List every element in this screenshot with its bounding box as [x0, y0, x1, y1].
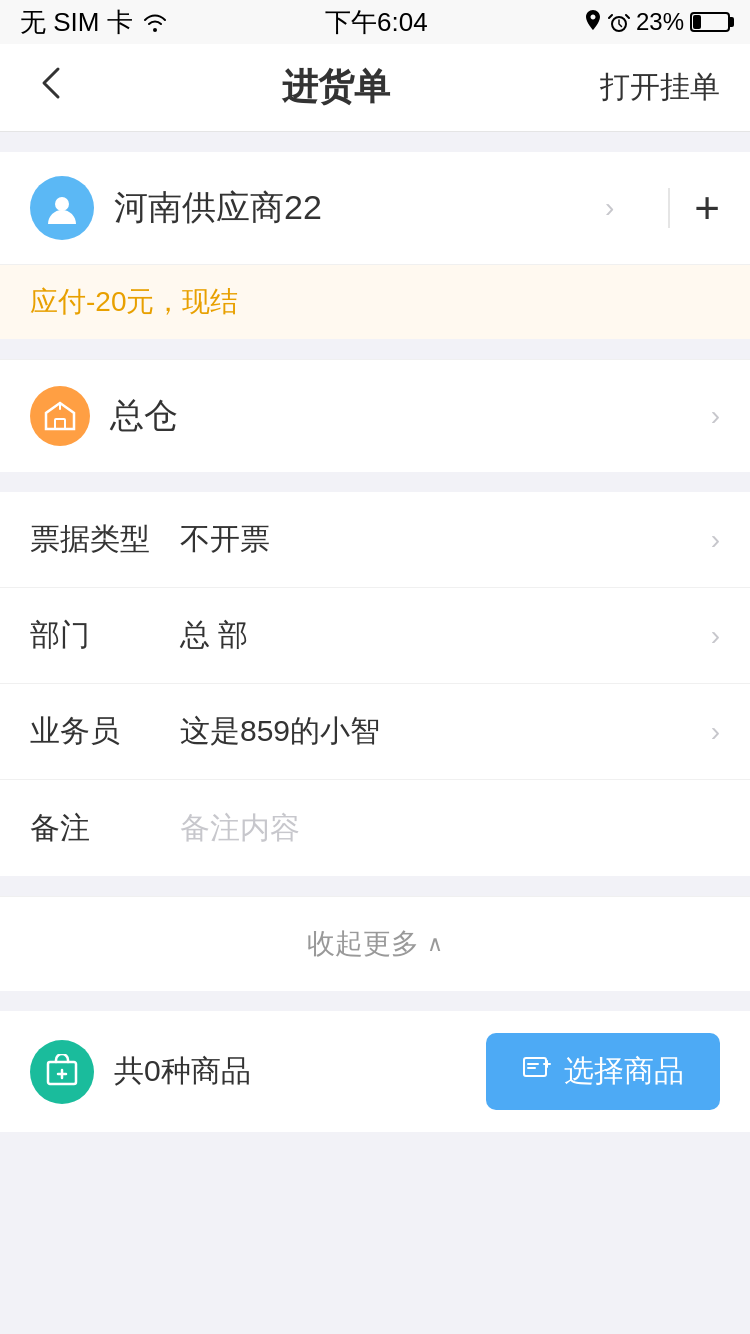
salesman-row[interactable]: 业务员 这是859的小智 › — [0, 684, 750, 780]
notice-text: 应付-20元，现结 — [30, 286, 238, 317]
salesman-label: 业务员 — [30, 711, 160, 752]
salesman-chevron-icon: › — [711, 716, 720, 748]
supplier-section: 河南供应商22 › + 应付-20元，现结 — [0, 152, 750, 339]
collapse-arrow-icon: ∧ — [427, 931, 443, 957]
add-supplier-button[interactable]: + — [694, 186, 720, 230]
svg-rect-2 — [55, 419, 65, 429]
page-title: 进货单 — [282, 63, 390, 112]
invoice-type-row[interactable]: 票据类型 不开票 › — [0, 492, 750, 588]
top-divider — [0, 132, 750, 152]
invoice-type-label: 票据类型 — [30, 519, 160, 560]
notice-banner: 应付-20元，现结 — [0, 265, 750, 339]
status-bar: 无 SIM 卡 下午6:04 23% — [0, 0, 750, 44]
bottom-gray-area — [0, 1132, 750, 1334]
warehouse-icon-wrap — [30, 386, 90, 446]
dept-label: 部门 — [30, 615, 160, 656]
collapse-row[interactable]: 收起更多 ∧ — [0, 896, 750, 991]
battery-text: 23% — [636, 8, 684, 36]
dept-row[interactable]: 部门 总 部 › — [0, 588, 750, 684]
alarm-icon — [608, 11, 630, 33]
time-display: 下午6:04 — [325, 5, 428, 40]
supplier-divider — [668, 188, 670, 228]
supplier-chevron-icon: › — [605, 192, 614, 224]
nav-bar: 进货单 打开挂单 — [0, 44, 750, 132]
status-left: 无 SIM 卡 — [20, 5, 169, 40]
wifi-icon — [141, 12, 169, 32]
warehouse-section[interactable]: 总仓 › — [0, 359, 750, 472]
warehouse-name: 总仓 — [110, 393, 711, 439]
svg-point-1 — [55, 197, 69, 211]
battery-icon — [690, 12, 730, 32]
warehouse-chevron-icon: › — [711, 400, 720, 432]
remark-row[interactable]: 备注 备注内容 — [0, 780, 750, 876]
select-product-icon — [522, 1054, 552, 1089]
product-footer: 共0种商品 选择商品 — [0, 1011, 750, 1132]
open-pending-button[interactable]: 打开挂单 — [600, 67, 720, 108]
supplier-name: 河南供应商22 — [114, 185, 605, 231]
select-product-button[interactable]: 选择商品 — [486, 1033, 720, 1110]
carrier-text: 无 SIM 卡 — [20, 5, 133, 40]
supplier-row[interactable]: 河南供应商22 › + — [0, 152, 750, 265]
product-icon-wrap — [30, 1040, 94, 1104]
dept-value: 总 部 — [160, 615, 711, 656]
supplier-avatar — [30, 176, 94, 240]
salesman-value: 这是859的小智 — [160, 711, 711, 752]
invoice-chevron-icon: › — [711, 524, 720, 556]
select-product-label: 选择商品 — [564, 1051, 684, 1092]
location-icon — [584, 10, 602, 34]
back-button[interactable] — [30, 55, 72, 120]
product-count-text: 共0种商品 — [114, 1051, 486, 1092]
collapse-label: 收起更多 — [307, 925, 419, 963]
invoice-type-value: 不开票 — [160, 519, 711, 560]
remark-label: 备注 — [30, 808, 160, 849]
remark-input[interactable]: 备注内容 — [160, 808, 720, 849]
dept-chevron-icon: › — [711, 620, 720, 652]
status-right: 23% — [584, 8, 730, 36]
form-section: 票据类型 不开票 › 部门 总 部 › 业务员 这是859的小智 › 备注 备注… — [0, 492, 750, 876]
